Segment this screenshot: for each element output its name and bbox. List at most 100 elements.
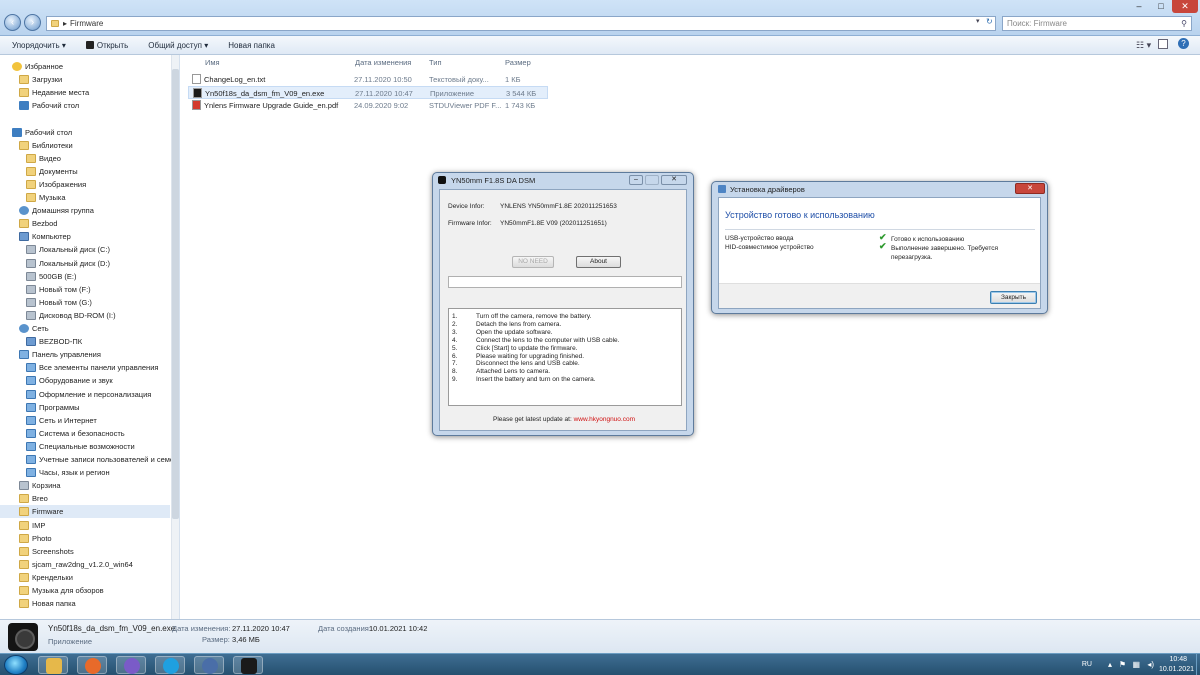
view-options-icon[interactable]: ☷ ▾	[1136, 40, 1151, 51]
taskbar-app-button[interactable]	[38, 656, 68, 674]
nav-item[interactable]: Учетные записи пользователей и семе	[26, 453, 174, 466]
no-need-button[interactable]: NO NEED	[512, 256, 554, 268]
preview-pane-icon[interactable]	[1158, 39, 1168, 49]
nav-item[interactable]: Программы	[26, 401, 172, 414]
clock-time[interactable]: 10:48	[1169, 656, 1187, 663]
nav-item[interactable]: Дисковод BD-ROM (I:)	[26, 309, 172, 322]
file-row[interactable]: Ynlens Firmware Upgrade Guide_en.pdf 24.0…	[188, 99, 548, 112]
file-row[interactable]: ChangeLog_en.txt 27.11.2020 10:50 Текстовы…	[188, 73, 548, 86]
close-icon[interactable]: ✕	[1015, 183, 1045, 194]
nav-item[interactable]: 500GB (E:)	[26, 270, 172, 283]
nav-item[interactable]: Bezbod	[19, 217, 172, 230]
nav-item[interactable]: Breo	[19, 492, 172, 505]
navigation-scrollbar-thumb[interactable]	[172, 69, 179, 519]
nav-item-label: Библиотеки	[32, 140, 73, 150]
maximize-button[interactable]: □	[1150, 0, 1172, 13]
nav-item[interactable]: BEZBOD-ПК	[26, 335, 172, 348]
show-desktop-button[interactable]	[1196, 654, 1200, 675]
nav-item[interactable]: Photo	[19, 532, 172, 545]
nav-item[interactable]: Панель управления	[19, 348, 172, 361]
nav-item[interactable]: Оборудование и звук	[26, 374, 172, 387]
nav-item[interactable]: Музыка	[26, 191, 172, 204]
column-header-name[interactable]: Имя	[205, 58, 220, 67]
address-bar[interactable]: ▸ Firmware	[46, 16, 996, 31]
nav-item[interactable]: Новый том (F:)	[26, 283, 172, 296]
open-button[interactable]: Открыть	[85, 41, 128, 50]
camera-app-icon	[241, 658, 257, 674]
column-header-type[interactable]: Тип	[429, 58, 442, 67]
minimize-button[interactable]: –	[1128, 0, 1150, 13]
start-button[interactable]	[4, 655, 28, 675]
nav-item[interactable]: Домашняя группа	[19, 204, 172, 217]
nav-item[interactable]: Избранное	[12, 60, 172, 73]
nav-item[interactable]: sjcam_raw2dng_v1.2.0_win64	[19, 558, 172, 571]
nav-item[interactable]: IMP	[19, 519, 172, 532]
taskbar-app-button[interactable]	[155, 656, 185, 674]
nav-item[interactable]: Оформление и персонализация	[26, 388, 172, 401]
nav-item[interactable]: Локальный диск (C:)	[26, 243, 172, 256]
nav-item[interactable]: Видео	[26, 152, 172, 165]
back-button[interactable]: ‹	[4, 14, 21, 31]
organize-button[interactable]: Упорядочить ▾	[12, 41, 66, 50]
progress-bar	[448, 276, 682, 288]
control-panel-icon	[26, 468, 36, 478]
column-header-date[interactable]: Дата изменения	[355, 58, 411, 67]
taskbar-app-button[interactable]	[77, 656, 107, 674]
nav-item[interactable]: Новый том (G:)	[26, 296, 172, 309]
nav-item[interactable]: Firmware	[0, 505, 170, 519]
close-window-button[interactable]: ✕	[1172, 0, 1198, 13]
clock-date[interactable]: 10.01.2021	[1159, 666, 1194, 673]
taskbar-app-button[interactable]	[194, 656, 224, 674]
folder-icon	[19, 533, 29, 543]
taskbar-app-button[interactable]	[116, 656, 146, 674]
nav-item[interactable]: Сеть	[19, 322, 172, 335]
step-number: 4.	[452, 336, 458, 344]
close-button[interactable]: ✕	[661, 175, 687, 185]
nav-item[interactable]: Документы	[26, 165, 172, 178]
forward-button[interactable]: ›	[24, 14, 41, 31]
recycle-bin-icon	[19, 481, 29, 491]
nav-item[interactable]: Система и безопасность	[26, 427, 172, 440]
nav-item[interactable]: Все элементы панели управления	[26, 361, 172, 374]
nav-item[interactable]: Специальные возможности	[26, 440, 172, 453]
address-dropdown-icon[interactable]: ▾	[976, 17, 985, 30]
flag-icon[interactable]: ⚑	[1119, 660, 1126, 669]
volume-icon[interactable]: ◂)	[1147, 660, 1154, 669]
column-header-size[interactable]: Размер	[505, 58, 531, 67]
new-folder-button[interactable]: Новая папка	[228, 41, 275, 50]
file-row[interactable]: Yn50f18s_da_dsm_fm_V09_en.exe 27.11.2020 …	[188, 86, 548, 99]
language-indicator[interactable]: RU	[1082, 661, 1092, 668]
nav-item[interactable]: Крендельки	[19, 571, 172, 584]
nav-item[interactable]: Корзина	[19, 479, 172, 492]
nav-item[interactable]: Рабочий стол	[19, 99, 172, 112]
nav-item[interactable]: Недавние места	[19, 86, 172, 99]
nav-item-label: Оформление и персонализация	[39, 389, 152, 399]
nav-item[interactable]: Сеть и Интернет	[26, 414, 172, 427]
nav-item-label: Программы	[39, 402, 80, 412]
taskbar-app-button[interactable]	[233, 656, 263, 674]
nav-item[interactable]: Изображения	[26, 178, 172, 191]
minimize-button[interactable]: –	[629, 175, 643, 185]
nav-item[interactable]: Компьютер	[19, 230, 172, 243]
share-button[interactable]: Общий доступ ▾	[148, 41, 208, 50]
tray-expand-icon[interactable]: ▴	[1108, 660, 1112, 669]
drive-icon	[26, 310, 36, 320]
nav-item[interactable]: Screenshots	[19, 545, 172, 558]
search-icon[interactable]: ⚲	[1181, 19, 1187, 28]
network-icon[interactable]: ▦	[1132, 660, 1140, 669]
close-button[interactable]: Закрыть	[990, 291, 1037, 304]
nav-item[interactable]: Загрузки	[19, 73, 172, 86]
refresh-icon[interactable]: ↻	[986, 17, 996, 30]
help-icon[interactable]: ?	[1178, 38, 1189, 49]
maximize-button	[645, 175, 659, 185]
search-input[interactable]: Поиск: Firmware ⚲	[1002, 16, 1192, 31]
nav-item[interactable]: Библиотеки	[19, 139, 172, 152]
nav-item[interactable]: Часы, язык и регион	[26, 466, 172, 479]
nav-item[interactable]: Музыка для обзоров	[19, 584, 172, 597]
nav-item[interactable]: Рабочий стол	[12, 126, 172, 139]
update-link[interactable]: www.hkyongnuo.com	[574, 416, 635, 423]
nav-item[interactable]: Новая папка	[19, 597, 172, 610]
step-text: Click [Start] to update the firmware.	[476, 344, 578, 352]
nav-item[interactable]: Локальный диск (D:)	[26, 257, 172, 270]
about-button[interactable]: About	[576, 256, 621, 268]
